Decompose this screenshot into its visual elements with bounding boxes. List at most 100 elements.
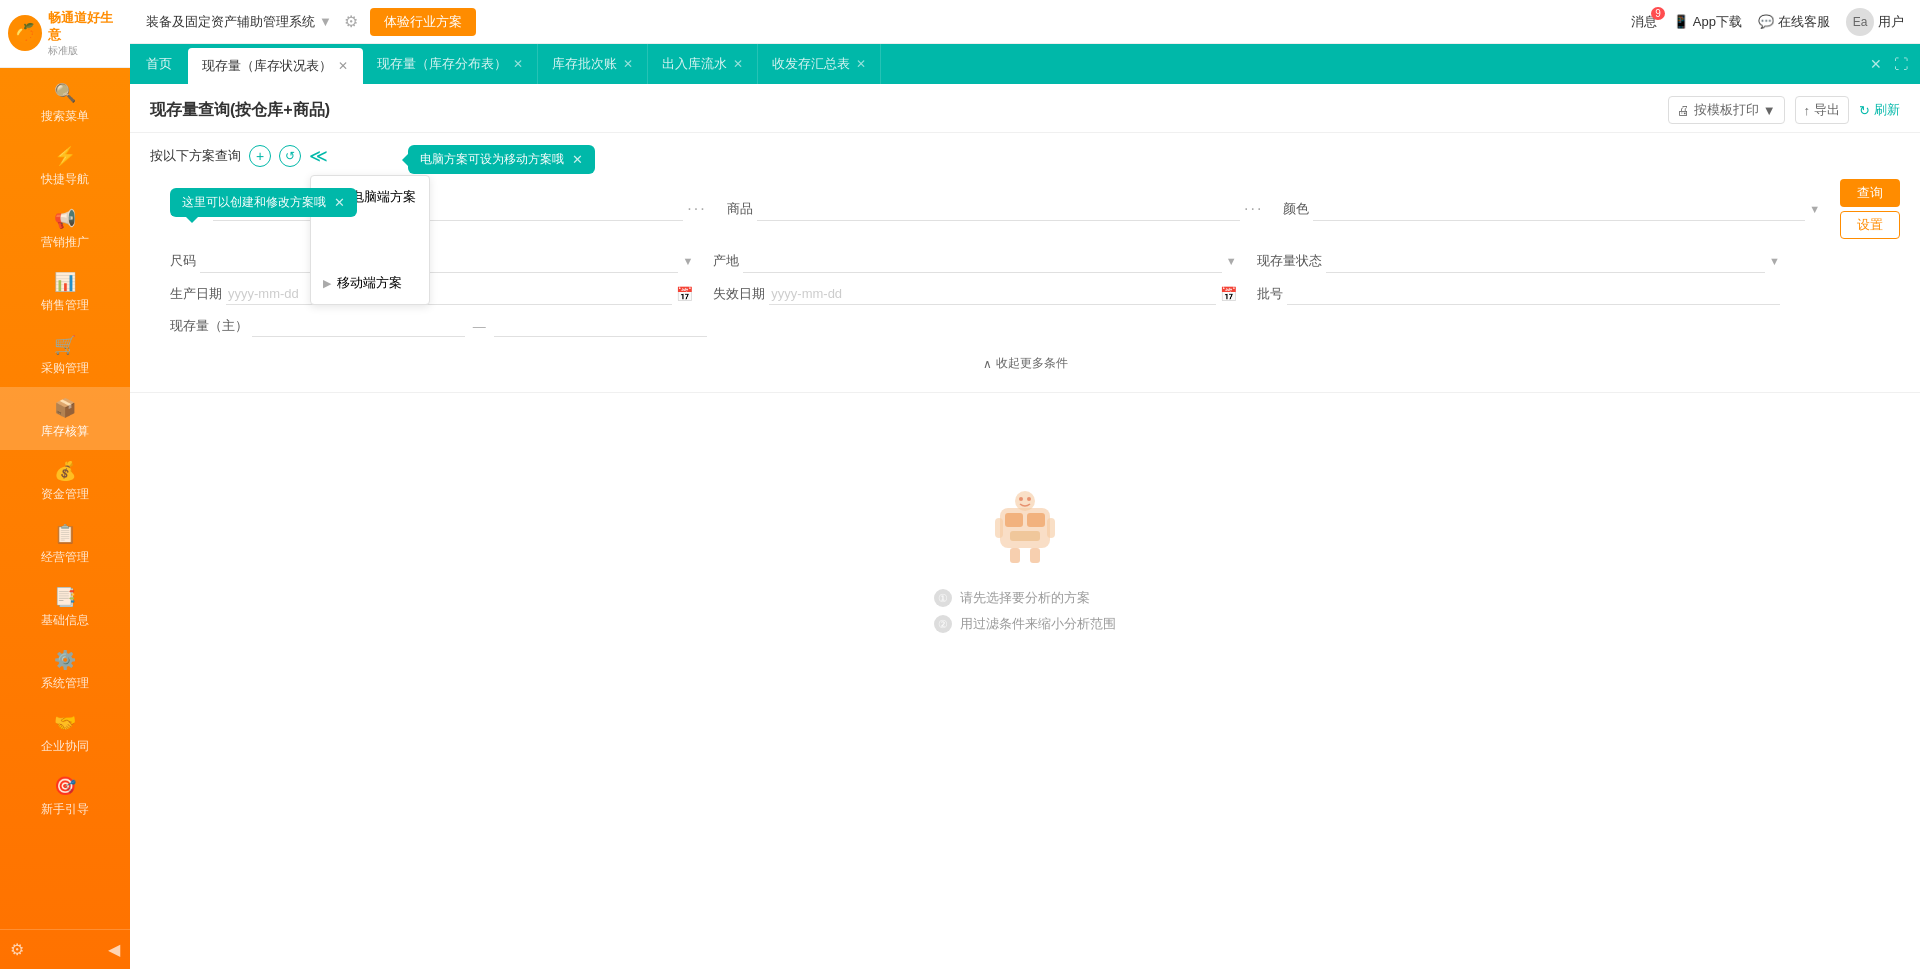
sidebar-item-marketing[interactable]: 📢 营销推广 [0, 198, 130, 261]
tab-close-batch-ledger[interactable]: ✕ [623, 57, 633, 71]
inventory-status-dropdown-arrow[interactable]: ▼ [1769, 255, 1780, 267]
header-right: 消息 9 📱 App下载 💬 在线客服 Ea 用户 [1631, 8, 1904, 36]
marketing-nav-icon: 📢 [54, 208, 76, 230]
sidebar-item-basic[interactable]: 📑 基础信息 [0, 576, 130, 639]
tab-home[interactable]: 首页 [130, 55, 188, 73]
refresh-icon: ↻ [1859, 103, 1870, 118]
mfg-date-calendar-icon[interactable]: 📅 [676, 286, 693, 302]
tooltip-scheme-close[interactable]: ✕ [572, 152, 583, 167]
tab-batch-ledger[interactable]: 库存批次账 ✕ [538, 44, 648, 84]
empty-step1: ① 请先选择要分析的方案 [934, 589, 1116, 607]
system-nav-icon: ⚙️ [54, 649, 76, 671]
avatar: Ea [1846, 8, 1874, 36]
sidebar-item-system[interactable]: ⚙️ 系统管理 [0, 639, 130, 702]
search-btn[interactable]: 查询 [1840, 179, 1900, 207]
filter-add-btn[interactable]: + [249, 145, 271, 167]
tab-close-inout-flow[interactable]: ✕ [733, 57, 743, 71]
sidebar-item-search[interactable]: 🔍 搜索菜单 [0, 72, 130, 135]
color-value [1313, 197, 1805, 221]
sidebar-item-inventory[interactable]: 📦 库存核算 [0, 387, 130, 450]
user-area[interactable]: Ea 用户 [1846, 8, 1904, 36]
color-dropdown-arrow[interactable]: ▼ [1809, 203, 1820, 215]
exp-date-calendar-icon[interactable]: 📅 [1220, 286, 1237, 302]
sidebar-item-label-finance: 资金管理 [41, 486, 89, 503]
tab-close-receive-summary[interactable]: ✕ [856, 57, 866, 71]
tab-inventory-dist[interactable]: 现存量（库存分布表） ✕ [363, 44, 538, 84]
tab-close-inventory-dist[interactable]: ✕ [513, 57, 523, 71]
online-service-btn[interactable]: 💬 在线客服 [1758, 13, 1830, 31]
sidebar-item-guide[interactable]: 🎯 新手引导 [0, 765, 130, 828]
tab-inout-flow[interactable]: 出入库流水 ✕ [648, 44, 758, 84]
origin-label: 产地 [713, 252, 739, 270]
sidebar-item-sales[interactable]: 📊 销售管理 [0, 261, 130, 324]
size-label: 尺码 [170, 252, 196, 270]
enterprise-nav-icon: 🤝 [54, 712, 76, 734]
refresh-btn[interactable]: ↻ 刷新 [1859, 101, 1900, 119]
step2-text: 用过滤条件来缩小分析范围 [960, 615, 1116, 633]
exp-date-field: 失效日期 📅 [693, 283, 1236, 305]
sidebar-collapse-icon[interactable]: ◀ [108, 940, 120, 959]
trial-btn[interactable]: 体验行业方案 [370, 8, 476, 36]
sidebar-item-label-inventory: 库存核算 [41, 423, 89, 440]
goods-field: 商品 ··· [707, 197, 1264, 221]
sidebar-item-enterprise[interactable]: 🤝 企业协同 [0, 702, 130, 765]
inventory-main-from[interactable] [252, 315, 465, 337]
notification-btn[interactable]: 消息 9 [1631, 13, 1657, 31]
tooltip-scheme-text: 电脑方案可设为移动方案哦 [420, 151, 564, 168]
print-btn[interactable]: 🖨 按模板打印 ▼ [1668, 96, 1785, 124]
size-dropdown-arrow[interactable]: ▼ [682, 255, 693, 267]
tab-close-inventory-status[interactable]: ✕ [338, 59, 348, 73]
tooltip-create-close[interactable]: ✕ [334, 195, 345, 210]
exp-date-input[interactable] [769, 283, 1215, 305]
basic-nav-icon: 📑 [54, 586, 76, 608]
sidebar-settings-icon[interactable]: ⚙ [10, 940, 24, 959]
reset-btn[interactable]: 设置 [1840, 211, 1900, 239]
warehouse-dots[interactable]: ··· [687, 200, 706, 218]
inventory-main-field: 现存量（主） — [150, 315, 707, 337]
tab-inventory-status[interactable]: 现存量（库存状况表） ✕ [188, 48, 363, 84]
sidebar-item-label-sales: 销售管理 [41, 297, 89, 314]
inventory-status-label: 现存量状态 [1257, 252, 1322, 270]
filter-row-4: 现存量（主） — [150, 315, 1900, 337]
svg-rect-7 [1030, 548, 1040, 563]
brand-name: 畅通道好生意 [48, 10, 122, 44]
tooltip-create-scheme: 这里可以创建和修改方案哦 ✕ [170, 188, 357, 217]
origin-dropdown-arrow[interactable]: ▼ [1226, 255, 1237, 267]
print-icon: 🖨 [1677, 103, 1690, 118]
scheme-arrow-mobile: ▶ [323, 277, 331, 290]
batch-field: 批号 [1237, 283, 1780, 305]
tab-expand-btn[interactable]: ⛶ [1890, 52, 1912, 76]
svg-rect-5 [1047, 518, 1055, 538]
empty-text: ① 请先选择要分析的方案 ② 用过滤条件来缩小分析范围 [934, 589, 1116, 633]
sidebar-nav: 🔍 搜索菜单 ⚡ 快捷导航 📢 营销推广 📊 销售管理 🛒 采购管理 📦 库存核… [0, 68, 130, 929]
online-service-label: 在线客服 [1778, 13, 1830, 31]
goods-label: 商品 [727, 200, 753, 218]
header-settings-icon[interactable]: ⚙ [344, 12, 358, 31]
mfg-date-label: 生产日期 [170, 285, 222, 303]
inventory-status-field: 现存量状态 ▼ [1237, 249, 1780, 273]
goods-value [757, 197, 1240, 221]
svg-point-9 [1019, 497, 1023, 501]
svg-rect-3 [1010, 531, 1040, 541]
filter-edit-btn[interactable]: ↺ [279, 145, 301, 167]
tab-close-all-btn[interactable]: ✕ [1866, 52, 1886, 76]
batch-input[interactable] [1287, 283, 1780, 305]
sidebar-item-operations[interactable]: 📋 经营管理 [0, 513, 130, 576]
tab-receive-summary[interactable]: 收发存汇总表 ✕ [758, 44, 881, 84]
sidebar-item-purchase[interactable]: 🛒 采购管理 [0, 324, 130, 387]
export-btn[interactable]: ↑ 导出 [1795, 96, 1850, 124]
goods-dots[interactable]: ··· [1244, 200, 1263, 218]
page-content: 现存量查询(按仓库+商品) 🖨 按模板打印 ▼ ↑ 导出 ↻ 刷新 [130, 84, 1920, 969]
mfg-date-input[interactable] [226, 283, 672, 305]
filter-back-btn[interactable]: ≪ [309, 145, 328, 167]
sidebar-item-label-marketing: 营销推广 [41, 234, 89, 251]
filter-section: 按以下方案查询 + ↺ ≪ 电脑方案可设为移动方案哦 ✕ ▶ 电脑端方案 [130, 133, 1920, 393]
tab-home-label: 首页 [146, 56, 172, 71]
app-download-btn[interactable]: 📱 App下载 [1673, 13, 1742, 31]
inventory-main-to[interactable] [494, 315, 707, 337]
scheme-item-mobile[interactable]: ▶ 移动端方案 [323, 270, 417, 296]
collapse-row[interactable]: ∧ 收起更多条件 [150, 347, 1900, 380]
user-label: 用户 [1878, 13, 1904, 31]
sidebar-item-finance[interactable]: 💰 资金管理 [0, 450, 130, 513]
sidebar-item-quick[interactable]: ⚡ 快捷导航 [0, 135, 130, 198]
